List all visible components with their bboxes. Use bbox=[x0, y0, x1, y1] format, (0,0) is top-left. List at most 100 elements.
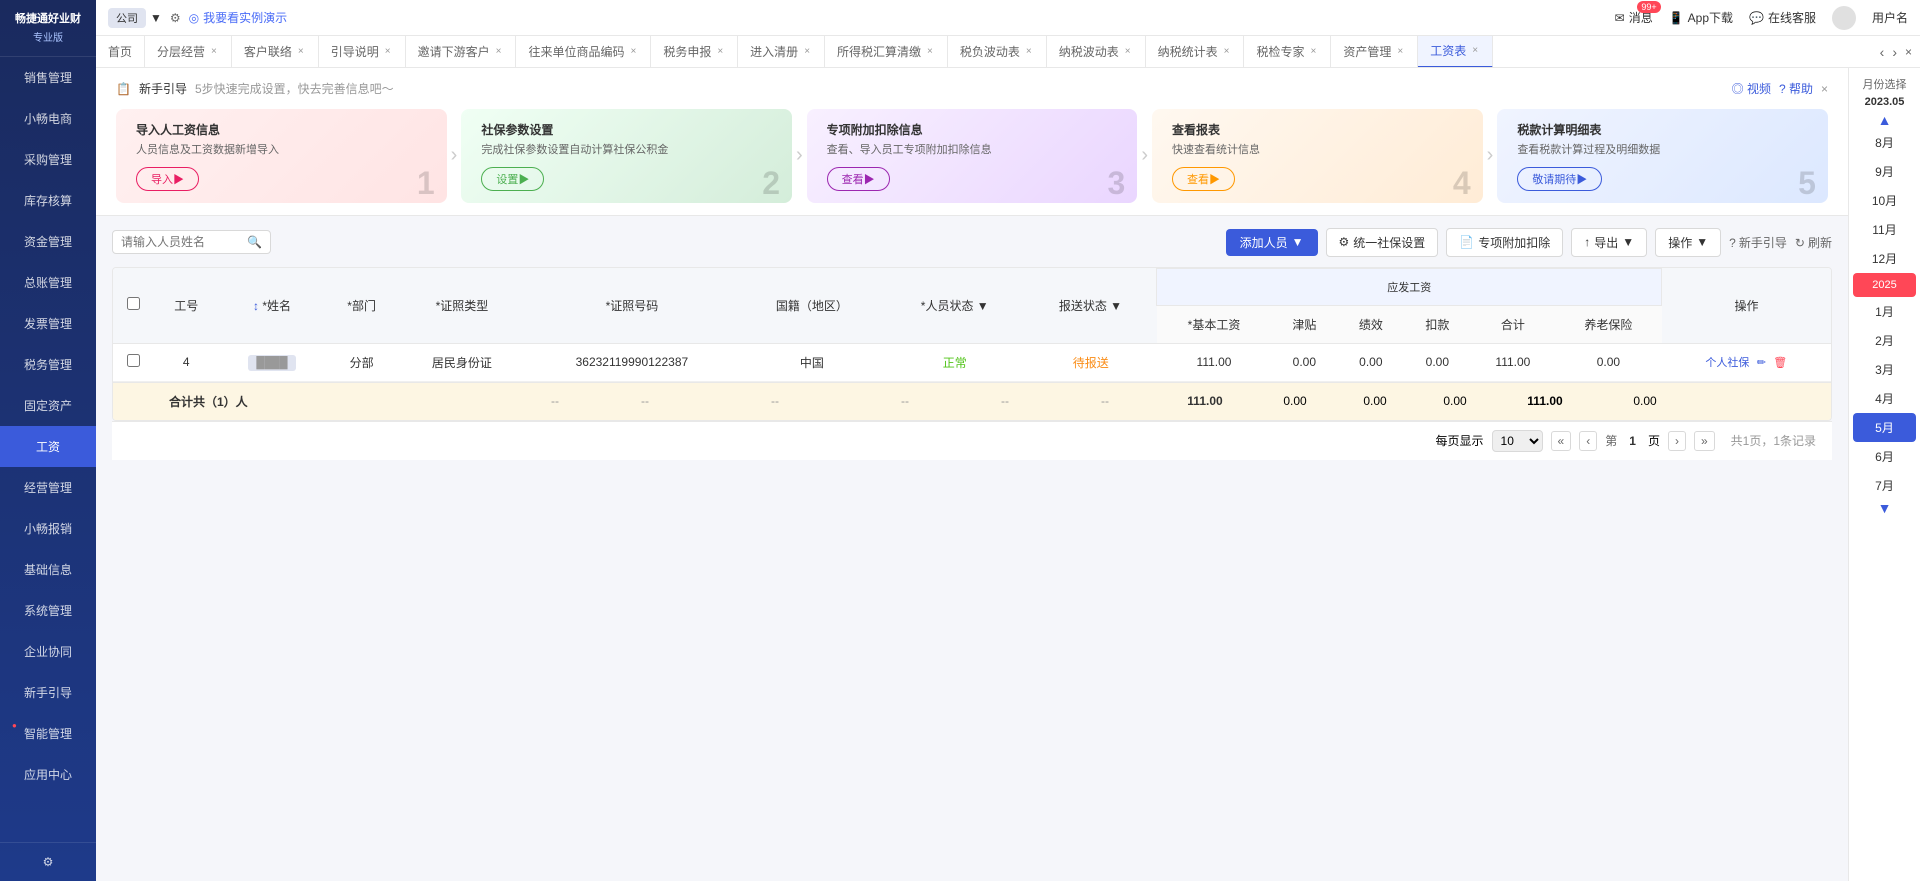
export-dropdown-icon[interactable]: ▼ bbox=[1622, 235, 1634, 249]
close-icon[interactable]: × bbox=[296, 44, 306, 59]
month-item-1[interactable]: 1月 bbox=[1849, 297, 1920, 326]
guide-step-1-btn[interactable]: 导入▶ bbox=[136, 167, 199, 191]
month-item-3[interactable]: 3月 bbox=[1849, 355, 1920, 384]
op-edit[interactable]: ✏ bbox=[1757, 357, 1766, 369]
close-icon[interactable]: × bbox=[628, 44, 638, 59]
sidebar-item-invoice[interactable]: 发票管理 bbox=[0, 303, 96, 344]
search-icon[interactable]: 🔍 bbox=[247, 235, 262, 249]
month-item-8[interactable]: 8月 bbox=[1849, 128, 1920, 157]
sidebar-item-purchase[interactable]: 采购管理 bbox=[0, 139, 96, 180]
sidebar-settings[interactable]: ⚙ bbox=[0, 842, 96, 881]
prev-page-btn[interactable]: ‹ bbox=[1579, 431, 1597, 451]
page-size-select[interactable]: 10 20 50 100 bbox=[1492, 430, 1543, 452]
tab-guide-intro[interactable]: 引导说明 × bbox=[319, 36, 406, 68]
guide-link[interactable]: ? 新手引导 bbox=[1729, 234, 1787, 251]
close-icon[interactable]: × bbox=[209, 44, 219, 59]
row-checkbox[interactable] bbox=[127, 354, 140, 367]
month-item-year-2025[interactable]: 2025 bbox=[1853, 273, 1916, 297]
tab-payroll[interactable]: 工资表 × bbox=[1418, 36, 1493, 68]
sidebar-item-assets[interactable]: 固定资产 bbox=[0, 385, 96, 426]
month-item-5[interactable]: 5月 bbox=[1853, 413, 1916, 442]
special-deduction-btn[interactable]: 📄 专项附加扣除 bbox=[1446, 228, 1563, 257]
tab-close-all-icon[interactable]: × bbox=[1905, 45, 1912, 59]
month-item-6[interactable]: 6月 bbox=[1849, 442, 1920, 471]
avatar[interactable] bbox=[1832, 6, 1856, 30]
first-page-btn[interactable]: « bbox=[1551, 431, 1572, 451]
tab-prev-icon[interactable]: ‹ bbox=[1880, 44, 1885, 60]
demo-link[interactable]: ◎ 我要看实例演示 bbox=[189, 9, 288, 26]
close-icon[interactable]: × bbox=[1024, 44, 1034, 59]
guide-step-2-btn[interactable]: 设置▶ bbox=[481, 167, 544, 191]
close-icon[interactable]: × bbox=[802, 44, 812, 59]
close-icon[interactable]: × bbox=[1395, 44, 1405, 59]
guide-step-3-btn[interactable]: 查看▶ bbox=[827, 167, 890, 191]
sidebar-item-inventory[interactable]: 库存核算 bbox=[0, 180, 96, 221]
close-icon[interactable]: × bbox=[715, 44, 725, 59]
search-box[interactable]: 🔍 bbox=[112, 230, 271, 254]
tab-asset-mgmt[interactable]: 资产管理 × bbox=[1331, 36, 1418, 68]
tab-customer[interactable]: 客户联络 × bbox=[232, 36, 319, 68]
tab-invite[interactable]: 邀请下游客户 × bbox=[406, 36, 517, 68]
month-item-7[interactable]: 7月 bbox=[1849, 471, 1920, 500]
sidebar-item-sales[interactable]: 销售管理 bbox=[0, 57, 96, 98]
sidebar-item-ai[interactable]: 智能管理 bbox=[0, 713, 96, 754]
sidebar-item-tax[interactable]: 税务管理 bbox=[0, 344, 96, 385]
close-icon[interactable]: × bbox=[1308, 44, 1318, 59]
operations-dropdown-icon[interactable]: ▼ bbox=[1696, 235, 1708, 249]
guide-video-btn[interactable]: ◎ 视频 bbox=[1732, 80, 1771, 97]
guide-step-5-btn[interactable]: 敬请期待▶ bbox=[1517, 167, 1602, 191]
username-label[interactable]: 用户名 bbox=[1872, 9, 1908, 26]
month-down-icon[interactable]: ▼ bbox=[1878, 500, 1892, 516]
month-item-12[interactable]: 12月 bbox=[1849, 244, 1920, 273]
guide-step-4-btn[interactable]: 查看▶ bbox=[1172, 167, 1235, 191]
tab-layered[interactable]: 分层经营 × bbox=[145, 36, 232, 68]
report-filter-icon[interactable]: ▼ bbox=[1110, 299, 1122, 313]
month-item-10[interactable]: 10月 bbox=[1849, 186, 1920, 215]
sort-icon[interactable]: ↕ bbox=[253, 299, 259, 313]
tab-product-code[interactable]: 往来单位商品编码 × bbox=[516, 36, 651, 68]
last-page-btn[interactable]: » bbox=[1694, 431, 1715, 451]
guide-banner-close-icon[interactable]: × bbox=[1821, 82, 1828, 96]
tab-clearance[interactable]: 进入清册 × bbox=[738, 36, 825, 68]
op-personal-insurance[interactable]: 个人社保 bbox=[1705, 357, 1749, 369]
month-up-icon[interactable]: ▲ bbox=[1878, 112, 1892, 128]
close-icon[interactable]: × bbox=[383, 44, 393, 59]
sidebar-item-operations[interactable]: 经营管理 bbox=[0, 467, 96, 508]
tab-tax-expert[interactable]: 税检专家 × bbox=[1244, 36, 1331, 68]
company-selector[interactable]: 公司 ▼ bbox=[108, 8, 162, 28]
app-download-btn[interactable]: 📱 App下载 bbox=[1669, 9, 1733, 26]
sidebar-item-payroll[interactable]: 工资 bbox=[0, 426, 96, 467]
export-btn[interactable]: ↑ 导出 ▼ bbox=[1571, 228, 1647, 257]
online-service-btn[interactable]: 💬 在线客服 bbox=[1749, 9, 1816, 26]
guide-help-btn[interactable]: ? 帮助 bbox=[1779, 80, 1813, 97]
tab-tax-burden[interactable]: 税负波动表 × bbox=[948, 36, 1047, 68]
month-item-11[interactable]: 11月 bbox=[1849, 215, 1920, 244]
close-icon[interactable]: × bbox=[494, 44, 504, 59]
company-dropdown-icon[interactable]: ▼ bbox=[150, 11, 162, 25]
tab-tax-stats[interactable]: 纳税统计表 × bbox=[1146, 36, 1245, 68]
tab-income-tax[interactable]: 所得税汇算清缴 × bbox=[825, 36, 948, 68]
next-page-btn[interactable]: › bbox=[1668, 431, 1686, 451]
message-btn[interactable]: ✉ 消息 99+ bbox=[1615, 9, 1653, 26]
operations-btn[interactable]: 操作 ▼ bbox=[1655, 228, 1721, 257]
add-employee-btn[interactable]: 添加人员 ▼ bbox=[1226, 229, 1318, 256]
close-icon[interactable]: × bbox=[1222, 44, 1232, 59]
refresh-btn[interactable]: ↻ 刷新 bbox=[1795, 234, 1832, 251]
op-delete[interactable]: 🗑 bbox=[1773, 357, 1787, 369]
sidebar-item-cooperation[interactable]: 企业协同 bbox=[0, 631, 96, 672]
sidebar-item-basic[interactable]: 基础信息 bbox=[0, 549, 96, 590]
status-filter-icon[interactable]: ▼ bbox=[977, 299, 989, 313]
sidebar-item-system[interactable]: 系统管理 bbox=[0, 590, 96, 631]
sidebar-item-ecom[interactable]: 小畅电商 bbox=[0, 98, 96, 139]
month-item-4[interactable]: 4月 bbox=[1849, 384, 1920, 413]
search-input[interactable] bbox=[121, 235, 241, 249]
tab-tax-report[interactable]: 税务申报 × bbox=[651, 36, 738, 68]
tab-tax-wave[interactable]: 纳税波动表 × bbox=[1047, 36, 1146, 68]
sidebar-item-expense[interactable]: 小畅报销 bbox=[0, 508, 96, 549]
month-item-9[interactable]: 9月 bbox=[1849, 157, 1920, 186]
sidebar-item-guide[interactable]: 新手引导 bbox=[0, 672, 96, 713]
sidebar-item-apps[interactable]: 应用中心 bbox=[0, 754, 96, 795]
tab-home[interactable]: 首页 bbox=[96, 36, 145, 68]
month-item-2[interactable]: 2月 bbox=[1849, 326, 1920, 355]
sidebar-item-ledger[interactable]: 总账管理 bbox=[0, 262, 96, 303]
